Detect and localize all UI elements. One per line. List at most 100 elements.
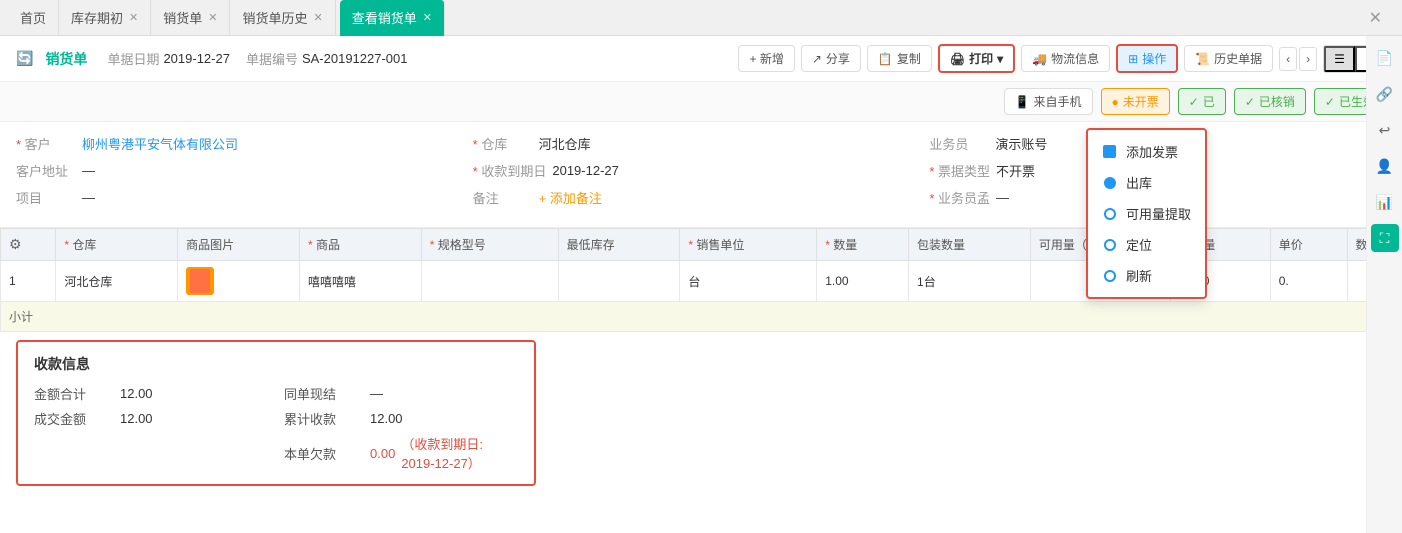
right-sidebar: 📄 🔗 ↩ 👤 📊 ⛶ — [1366, 36, 1402, 533]
staff-value: 演示账号 — [995, 134, 1047, 153]
main-close-button[interactable]: ✕ — [1357, 8, 1394, 28]
dropdown-add-invoice[interactable]: 添加发票 — [1088, 136, 1205, 167]
product-image-inner — [190, 269, 210, 293]
print-button[interactable]: 🖨 打印 ▾ — [938, 44, 1015, 73]
sidebar-chart-button[interactable]: 📊 — [1371, 188, 1399, 216]
payment-owed-item: 本单欠款 0.00 （收款到期日: 2019-12-27） — [284, 434, 518, 472]
new-button[interactable]: + 新增 — [738, 45, 794, 72]
phone-icon: 📱 — [1015, 95, 1030, 109]
share-icon: ↗ — [812, 52, 822, 66]
sold-icon: ✓ — [1245, 95, 1255, 109]
project-value: — — [82, 190, 95, 205]
add-note-button[interactable]: + 添加备注 — [539, 188, 602, 207]
payment-collected-item: 累计收款 12.00 — [284, 409, 518, 428]
address-value: — — [82, 163, 95, 178]
cell-unit: 台 — [680, 261, 817, 302]
payment-deal-label: 成交金额 — [34, 409, 114, 428]
sold-status-button[interactable]: ✓ 已核销 — [1234, 88, 1306, 115]
payment-deal-value: 12.00 — [120, 411, 153, 426]
payment-owed-label: 本单欠款 — [284, 444, 364, 463]
tab-close-sales[interactable]: ✕ — [208, 11, 217, 24]
doc-icon: 🔄 — [16, 50, 33, 67]
tab-home[interactable]: 首页 — [8, 0, 59, 36]
tab-sales-history[interactable]: 销货单历史 ✕ — [230, 0, 335, 36]
due-date-label: 收款到期日 — [473, 161, 547, 180]
col-pack-qty: 包装数量 — [909, 229, 1031, 261]
cell-pack-qty: 1台 — [909, 261, 1031, 302]
effective-icon: ✓ — [1325, 95, 1335, 109]
tab-close-view[interactable]: ✕ — [423, 11, 432, 24]
dropdown-menu: 添加发票 出库 可用量提取 定位 刷新 — [1086, 128, 1207, 299]
col-price: 单价 — [1270, 229, 1347, 261]
copy-icon: 📋 — [878, 52, 893, 66]
sidebar-link-button[interactable]: 🔗 — [1371, 80, 1399, 108]
customer-value[interactable]: 柳州粤港平安气体有限公司 — [82, 134, 238, 153]
tab-view-sales[interactable]: 查看销货单 ✕ — [340, 0, 445, 36]
payment-title: 收款信息 — [34, 354, 518, 374]
cell-img — [178, 261, 300, 302]
share-button[interactable]: ↗ 分享 — [801, 45, 861, 72]
cell-min-stock — [558, 261, 680, 302]
payment-same-settle-value: — — [370, 386, 383, 401]
view-list-button[interactable]: ☰ — [1324, 46, 1355, 72]
doc-meta: 单据日期 2019-12-27 单据编号 SA-20191227-001 — [107, 49, 407, 68]
dropdown-outbound[interactable]: 出库 — [1088, 167, 1205, 198]
print-dropdown-arrow: ▾ — [997, 52, 1003, 66]
doc-date-field: 单据日期 2019-12-27 — [107, 49, 230, 68]
dropdown-available[interactable]: 可用量提取 — [1088, 198, 1205, 229]
doc-actions: + 新增 ↗ 分享 📋 复制 🖨 打印 ▾ 🚚 物流信息 ⊞ 操作 — [738, 44, 1386, 73]
sidebar-expand-button[interactable]: ⛶ — [1371, 224, 1399, 252]
dropdown-refresh[interactable]: 刷新 — [1088, 260, 1205, 291]
from-phone-button[interactable]: 📱 来自手机 — [1004, 88, 1093, 115]
history-button[interactable]: 📜 历史单据 — [1184, 45, 1273, 72]
gear-icon[interactable]: ⚙ — [9, 236, 22, 252]
address-group: 客户地址 — — [16, 161, 473, 180]
doc-type-label: 销货单 — [45, 49, 87, 69]
due-date-group: 收款到期日 2019-12-27 — [473, 161, 930, 180]
tab-close-history[interactable]: ✕ — [314, 11, 323, 24]
payment-grid: 金额合计 12.00 同单现结 — 成交金额 12.00 累计收款 12.00 … — [34, 384, 518, 472]
dropdown-locate[interactable]: 定位 — [1088, 229, 1205, 260]
note-group: 备注 + 添加备注 — [473, 188, 930, 207]
col-spec: 规格型号 — [421, 229, 558, 261]
ticket-value: 不开票 — [996, 161, 1035, 180]
payment-total-item: 金额合计 12.00 — [34, 384, 268, 403]
payment-same-settle-item: 同单现结 — — [284, 384, 518, 403]
warehouse-label: 仓库 — [473, 134, 533, 153]
print-icon: 🖨 — [950, 52, 965, 66]
col-gear: ⚙ — [1, 229, 56, 261]
not-opened-button[interactable]: ● 未开票 — [1101, 88, 1170, 115]
tab-close-inventory[interactable]: ✕ — [129, 11, 138, 24]
cell-spec — [421, 261, 558, 302]
sidebar-user-button[interactable]: 👤 — [1371, 152, 1399, 180]
salesperson-value: — — [996, 190, 1009, 205]
note-label: 备注 — [473, 188, 533, 207]
refresh-icon — [1102, 268, 1118, 284]
tab-sales-order[interactable]: 销货单 ✕ — [151, 0, 230, 36]
sidebar-return-button[interactable]: ↩ — [1371, 116, 1399, 144]
copy-button[interactable]: 📋 复制 — [867, 45, 932, 72]
due-date-value: 2019-12-27 — [552, 163, 619, 178]
payment-collected-value: 12.00 — [370, 411, 403, 426]
next-button[interactable]: › — [1299, 47, 1317, 71]
customer-label: 客户 — [16, 134, 76, 153]
prev-button[interactable]: ‹ — [1279, 47, 1297, 71]
doc-header: 🔄 销货单 单据日期 2019-12-27 单据编号 SA-20191227-0… — [0, 36, 1402, 82]
customer-group: 客户 柳州粤港平安气体有限公司 — [16, 134, 473, 153]
staff-label: 业务员 — [929, 134, 989, 153]
payment-owed-value: 0.00 — [370, 446, 395, 461]
cell-qty: 1.00 — [817, 261, 909, 302]
payment-collected-label: 累计收款 — [284, 409, 364, 428]
logistics-icon: 🚚 — [1032, 52, 1047, 66]
col-unit: 销售单位 — [680, 229, 817, 261]
col-product: 商品 — [299, 229, 421, 261]
confirm-button[interactable]: ✓ 已 — [1178, 88, 1226, 115]
tab-bar: 首页 库存期初 ✕ 销货单 ✕ 销货单历史 ✕ 查看销货单 ✕ ✕ — [0, 0, 1402, 36]
payment-deal-item: 成交金额 12.00 — [34, 409, 268, 428]
tab-inventory-init[interactable]: 库存期初 ✕ — [59, 0, 151, 36]
sidebar-doc-button[interactable]: 📄 — [1371, 44, 1399, 72]
operate-button[interactable]: ⊞ 操作 — [1116, 44, 1178, 73]
logistics-button[interactable]: 🚚 物流信息 — [1021, 45, 1110, 72]
history-icon: 📜 — [1195, 52, 1210, 66]
warehouse-group: 仓库 河北仓库 — [473, 134, 930, 153]
